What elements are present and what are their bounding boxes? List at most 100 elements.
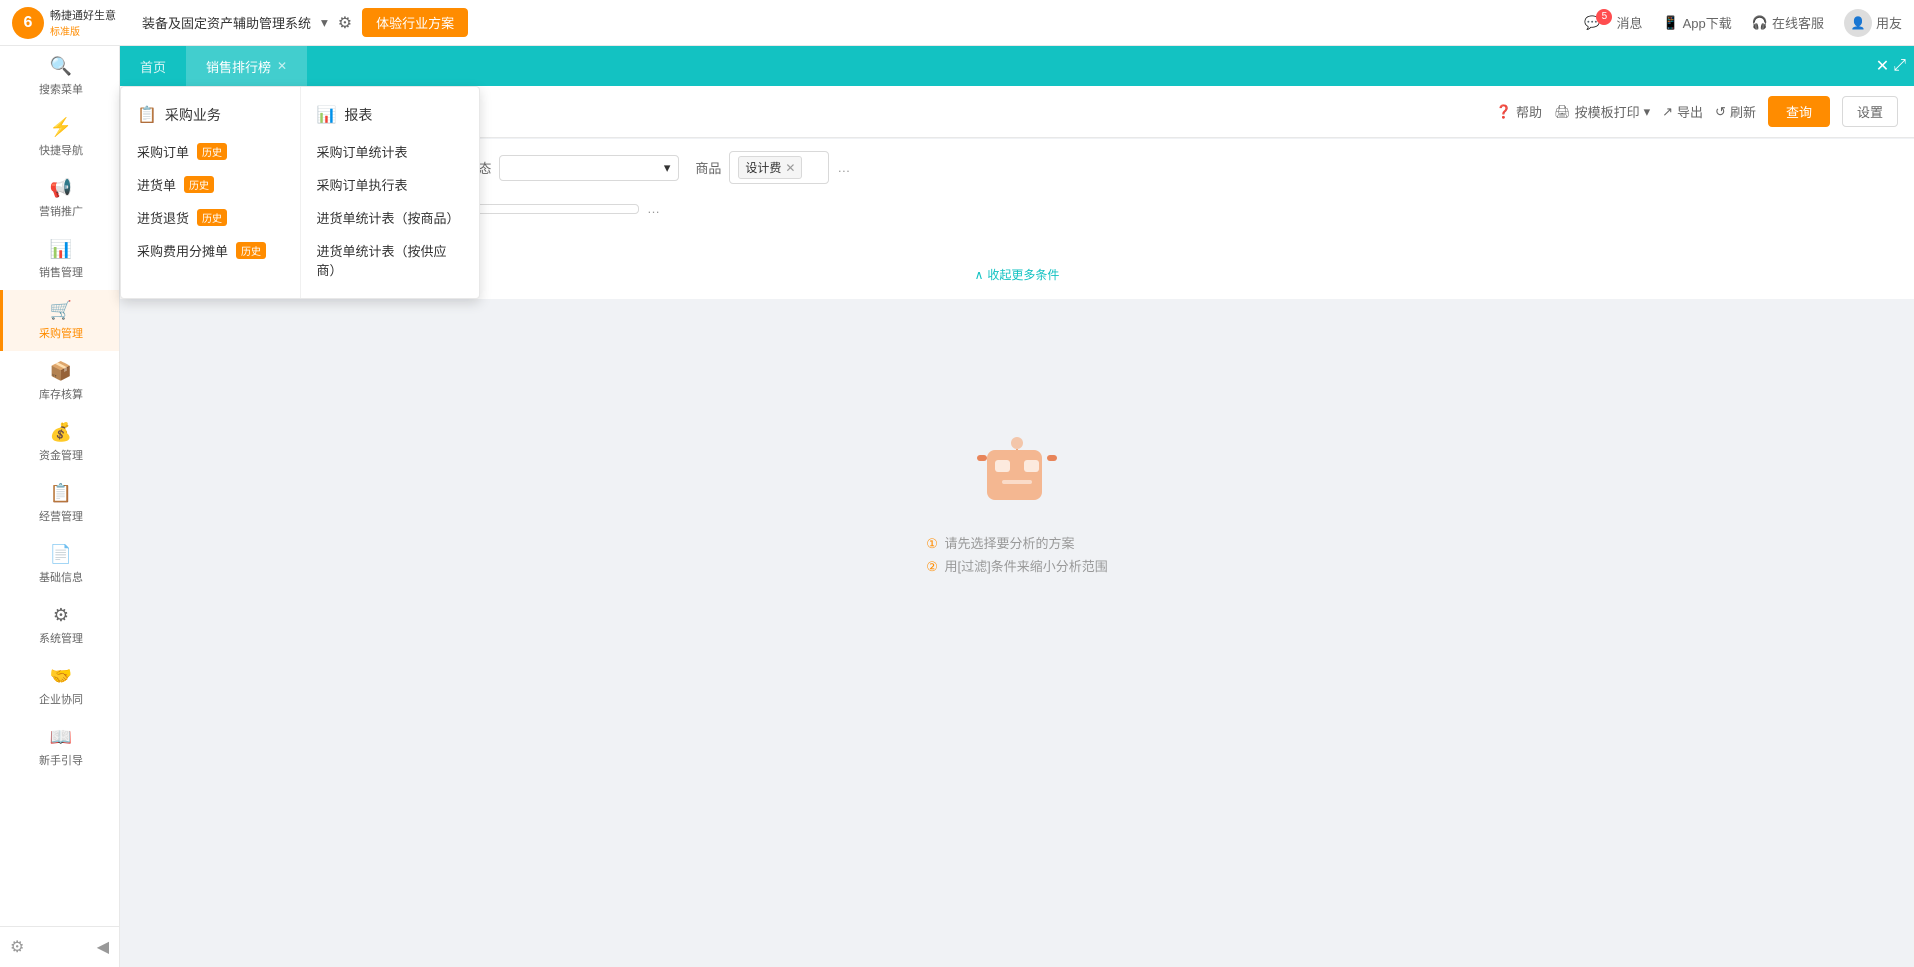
purchase-receive-item[interactable]: 进货单 历史 xyxy=(121,168,300,201)
industry-solution-button[interactable]: 体验行业方案 xyxy=(362,8,468,37)
sidebar-label-search: 搜索菜单 xyxy=(39,81,83,97)
sidebar-collapse-button[interactable]: ◀ xyxy=(97,937,109,957)
product-tag-close[interactable]: ✕ xyxy=(785,161,795,175)
product-more[interactable]: … xyxy=(837,160,850,175)
report-order-stats-label: 采购订单统计表 xyxy=(317,142,408,161)
finance-icon: 💰 xyxy=(50,422,72,443)
tab-bar-actions: ✕ ⤢ xyxy=(1876,56,1914,76)
status-select[interactable]: ▾ xyxy=(499,155,679,181)
sidebar-item-inventory[interactable]: 📦 库存核算 xyxy=(0,351,119,412)
dropdown-business-col: 📋 采购业务 采购订单 历史 进货单 历史 进货退货 历史 采购费用分摊单 历史 xyxy=(121,87,301,298)
help-action[interactable]: ❓ 帮助 xyxy=(1496,102,1542,121)
sidebar-label-sales: 销售管理 xyxy=(39,264,83,280)
salesperson-more[interactable]: … xyxy=(647,201,660,216)
report-receive-supplier-label: 进货单统计表（按供应商） xyxy=(317,241,464,279)
app-download-label: App下载 xyxy=(1683,13,1732,32)
operation-icon: 📋 xyxy=(50,483,72,504)
empty-svg xyxy=(967,425,1067,515)
settings-button[interactable]: 设置 xyxy=(1842,96,1898,127)
refresh-label: 刷新 xyxy=(1730,102,1756,121)
tab-close-all-button[interactable]: ✕ xyxy=(1876,56,1889,76)
collapse-button[interactable]: ∧ 收起更多条件 xyxy=(975,266,1060,283)
system-title: 装备及固定资产辅助管理系统 xyxy=(142,13,311,32)
business-header-icon: 📋 xyxy=(137,105,157,125)
print-icon: 🖨 xyxy=(1554,104,1571,120)
sidebar-label-operation: 经营管理 xyxy=(39,508,83,524)
purchase-return-item[interactable]: 进货退货 历史 xyxy=(121,201,300,234)
guide-icon: 📖 xyxy=(50,727,72,748)
report-header-icon: 📊 xyxy=(317,105,337,125)
sidebar-item-guide[interactable]: 📖 新手引导 xyxy=(0,717,119,778)
sidebar-label-inventory: 库存核算 xyxy=(39,386,83,402)
marketing-icon: 📢 xyxy=(50,178,72,199)
tip2-num: ② xyxy=(926,559,938,574)
header-middle: 装备及固定资产辅助管理系统 ▾ ⚙ 体验行业方案 xyxy=(132,8,1584,37)
product-tag-label: 设计费 xyxy=(745,159,781,176)
query-button[interactable]: 查询 xyxy=(1768,96,1830,127)
message-action[interactable]: 💬 5 消息 xyxy=(1584,13,1642,32)
empty-state: ① 请先选择要分析的方案 ② 用[过滤]条件来缩小分析范围 xyxy=(120,299,1914,699)
export-label: 导出 xyxy=(1677,102,1703,121)
product-input[interactable]: 设计费 ✕ xyxy=(729,151,829,184)
purchase-return-label: 进货退货 xyxy=(137,208,189,227)
report-receive-supplier-item[interactable]: 进货单统计表（按供应商） xyxy=(301,234,480,286)
purchase-icon: 🛒 xyxy=(50,300,72,321)
tab-expand-button[interactable]: ⤢ xyxy=(1893,57,1906,75)
sales-icon: 📊 xyxy=(50,239,72,260)
top-header: 6 畅捷通好生意 标准版 装备及固定资产辅助管理系统 ▾ ⚙ 体验行业方案 💬 … xyxy=(0,0,1914,46)
tab-sales-ranking-label: 销售排行榜 xyxy=(206,57,271,76)
purchase-expense-history: 历史 xyxy=(236,242,266,259)
message-badge: 5 xyxy=(1596,9,1612,25)
print-action[interactable]: 🖨 按模板打印 ▾ xyxy=(1554,102,1650,121)
empty-text: ① 请先选择要分析的方案 ② 用[过滤]条件来缩小分析范围 xyxy=(926,532,1108,579)
purchase-expense-item[interactable]: 采购费用分摊单 历史 xyxy=(121,234,300,267)
report-order-stats-item[interactable]: 采购订单统计表 xyxy=(301,135,480,168)
tip1-text: 请先选择要分析的方案 xyxy=(945,536,1075,551)
report-receive-product-item[interactable]: 进货单统计表（按商品） xyxy=(301,201,480,234)
sidebar-item-enterprise[interactable]: 🤝 企业协同 xyxy=(0,656,119,717)
collapse-label: 收起更多条件 xyxy=(987,266,1059,283)
header-settings-icon[interactable]: ⚙ xyxy=(338,13,352,33)
headset-icon: 🎧 xyxy=(1752,15,1768,31)
system-dropdown-button[interactable]: ▾ xyxy=(321,15,328,31)
user-action[interactable]: 👤 用友 xyxy=(1844,9,1902,37)
user-label: 用友 xyxy=(1876,13,1902,32)
product-label: 商品 xyxy=(695,158,721,177)
export-action[interactable]: ↗ 导出 xyxy=(1662,102,1703,121)
sidebar-item-marketing[interactable]: 📢 营销推广 xyxy=(0,168,119,229)
sidebar-item-finance[interactable]: 💰 资金管理 xyxy=(0,412,119,473)
sidebar-item-purchase[interactable]: 🛒 采购管理 xyxy=(0,290,119,351)
quick-nav-icon: ⚡ xyxy=(50,117,72,138)
print-dropdown-icon: ▾ xyxy=(1644,104,1651,120)
sidebar-label-basic-info: 基础信息 xyxy=(39,569,83,585)
dropdown-report-title: 报表 xyxy=(344,105,372,125)
report-order-exec-item[interactable]: 采购订单执行表 xyxy=(301,168,480,201)
sidebar-item-search[interactable]: 🔍 搜索菜单 xyxy=(0,46,119,107)
phone-icon: 📱 xyxy=(1662,15,1678,31)
app-download-action[interactable]: 📱 App下载 xyxy=(1662,13,1731,32)
sidebar-item-quick-nav[interactable]: ⚡ 快捷导航 xyxy=(0,107,119,168)
empty-tip-2: ② 用[过滤]条件来缩小分析范围 xyxy=(926,555,1108,578)
tab-sales-ranking[interactable]: 销售排行榜 ✕ xyxy=(186,46,307,86)
collapse-icon: ∧ xyxy=(975,268,984,282)
purchase-order-label: 采购订单 xyxy=(137,142,189,161)
sidebar-item-system[interactable]: ⚙ 系统管理 xyxy=(0,595,119,656)
tab-home[interactable]: 首页 xyxy=(120,46,186,86)
sidebar-settings-button[interactable]: ⚙ xyxy=(10,937,24,957)
empty-illustration xyxy=(957,420,1077,520)
purchase-order-item[interactable]: 采购订单 历史 xyxy=(121,135,300,168)
purchase-order-history: 历史 xyxy=(197,143,227,160)
system-icon: ⚙ xyxy=(53,605,69,626)
status-dropdown-icon: ▾ xyxy=(664,160,671,176)
refresh-action[interactable]: ↺ 刷新 xyxy=(1715,102,1756,121)
tip2-text: 用[过滤]条件来缩小分析范围 xyxy=(945,559,1108,574)
sidebar-label-enterprise: 企业协同 xyxy=(39,691,83,707)
help-label: 帮助 xyxy=(1516,102,1542,121)
online-service-action[interactable]: 🎧 在线客服 xyxy=(1752,13,1824,32)
sidebar-item-sales[interactable]: 📊 销售管理 xyxy=(0,229,119,290)
sidebar-item-basic-info[interactable]: 📄 基础信息 xyxy=(0,534,119,595)
dropdown-business-header: 📋 采购业务 xyxy=(121,99,300,135)
tab-close-icon[interactable]: ✕ xyxy=(277,59,287,73)
sidebar-label-marketing: 营销推广 xyxy=(39,203,83,219)
sidebar-item-operation[interactable]: 📋 经营管理 xyxy=(0,473,119,534)
